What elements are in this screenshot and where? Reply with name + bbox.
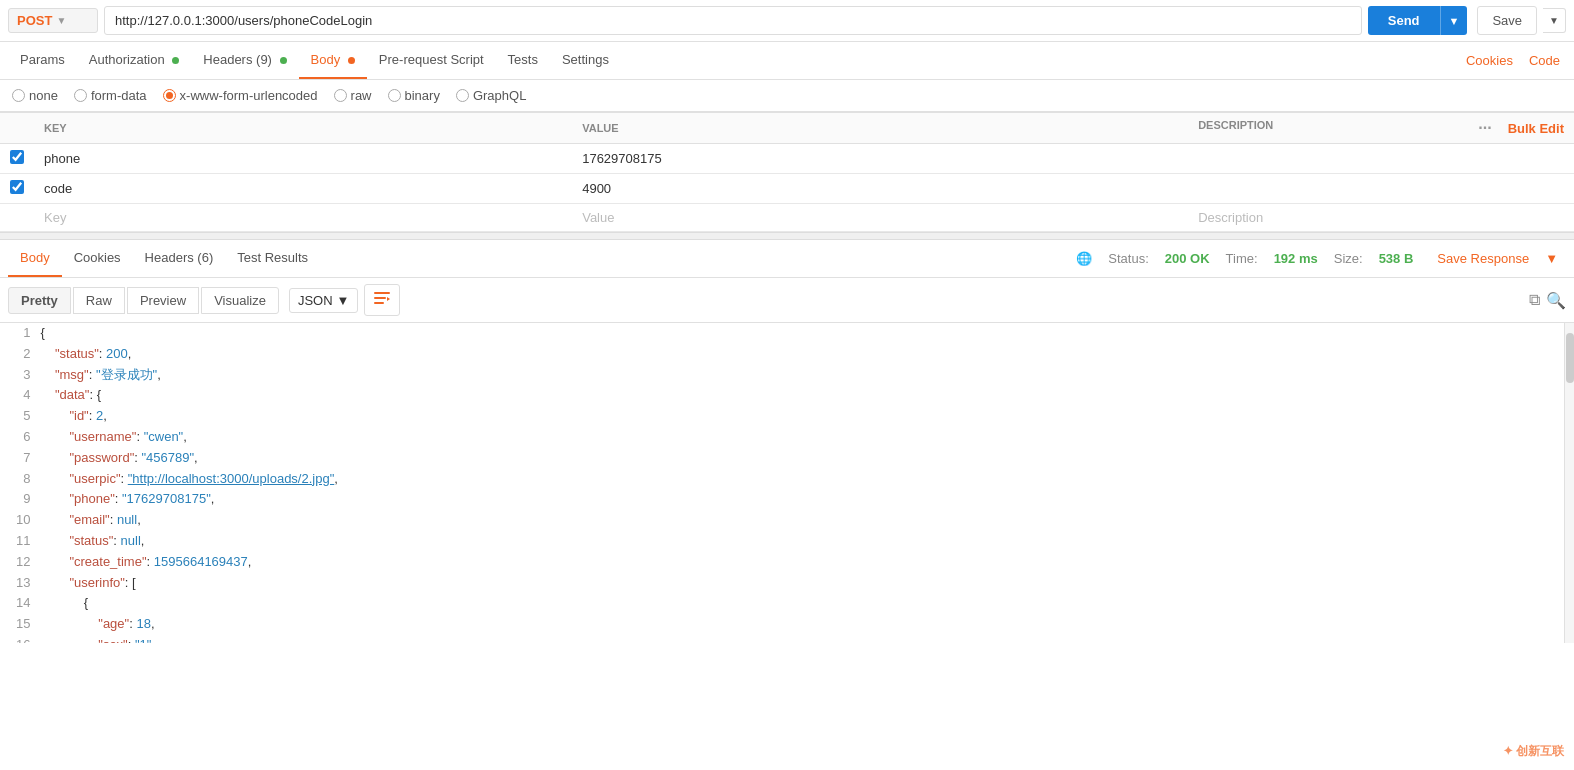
method-selector[interactable]: POST ▼ xyxy=(8,8,98,33)
tab-settings[interactable]: Settings xyxy=(550,42,621,79)
row1-value[interactable]: 17629708175 xyxy=(572,144,1188,174)
response-tabs: Body Cookies Headers (6) Test Results 🌐 … xyxy=(0,240,1574,278)
row2-description[interactable] xyxy=(1188,174,1574,204)
th-key: KEY xyxy=(34,113,572,144)
table-row: code 4900 xyxy=(0,174,1574,204)
th-description: DESCRIPTION ··· Bulk Edit xyxy=(1188,113,1574,144)
placeholder-key[interactable]: Key xyxy=(34,204,572,232)
response-status-bar: 🌐 Status: 200 OK Time: 192 ms Size: 538 … xyxy=(1068,243,1566,274)
radio-form-data[interactable]: form-data xyxy=(74,88,147,103)
resp-tab-cookies[interactable]: Cookies xyxy=(62,240,133,277)
body-dot xyxy=(348,57,355,64)
row2-checkbox[interactable] xyxy=(10,180,24,194)
view-raw-button[interactable]: Raw xyxy=(73,287,125,314)
radio-binary-icon xyxy=(388,89,401,102)
radio-raw[interactable]: raw xyxy=(334,88,372,103)
cookies-link[interactable]: Cookies xyxy=(1460,43,1519,78)
table-row-placeholder: Key Value Description xyxy=(0,204,1574,232)
send-button-group: Send ▼ xyxy=(1368,6,1468,35)
format-selector[interactable]: JSON ▼ xyxy=(289,288,359,313)
row2-key[interactable]: code xyxy=(34,174,572,204)
body-type-bar: none form-data x-www-form-urlencoded raw… xyxy=(0,80,1574,112)
row1-description[interactable] xyxy=(1188,144,1574,174)
search-button[interactable]: 🔍 xyxy=(1546,291,1566,310)
resp-tab-test-results[interactable]: Test Results xyxy=(225,240,320,277)
request-params-table: KEY VALUE DESCRIPTION ··· Bulk Edit phon… xyxy=(0,112,1574,232)
radio-raw-icon xyxy=(334,89,347,102)
request-tabs: Params Authorization Headers (9) Body Pr… xyxy=(0,42,1574,80)
headers-dot xyxy=(280,57,287,64)
tab-authorization[interactable]: Authorization xyxy=(77,42,192,79)
radio-urlencoded[interactable]: x-www-form-urlencoded xyxy=(163,88,318,103)
url-input[interactable] xyxy=(104,6,1362,35)
resp-tab-body[interactable]: Body xyxy=(8,240,62,277)
row2-checkbox-cell[interactable] xyxy=(0,174,34,204)
svg-rect-2 xyxy=(374,302,384,304)
line-numbers: 123456789101112131415161718192021 xyxy=(0,323,40,643)
row1-checkbox-cell[interactable] xyxy=(0,144,34,174)
response-code-area: 123456789101112131415161718192021 { "sta… xyxy=(0,323,1574,643)
radio-graphql[interactable]: GraphQL xyxy=(456,88,526,103)
time-label: Time: xyxy=(1226,251,1258,266)
row1-key[interactable]: phone xyxy=(34,144,572,174)
radio-form-data-icon xyxy=(74,89,87,102)
globe-icon: 🌐 xyxy=(1076,251,1092,266)
section-divider xyxy=(0,232,1574,240)
scrollbar-thumb[interactable] xyxy=(1566,333,1574,383)
view-pretty-button[interactable]: Pretty xyxy=(8,287,71,314)
placeholder-description[interactable]: Description xyxy=(1188,204,1574,232)
placeholder-value[interactable]: Value xyxy=(572,204,1188,232)
radio-none[interactable]: none xyxy=(12,88,58,103)
radio-none-icon xyxy=(12,89,25,102)
tab-headers[interactable]: Headers (9) xyxy=(191,42,298,79)
format-arrow-icon: ▼ xyxy=(337,293,350,308)
status-value: 200 OK xyxy=(1165,251,1210,266)
tab-right-actions: Cookies Code xyxy=(1460,43,1566,78)
size-label: Size: xyxy=(1334,251,1363,266)
time-value: 192 ms xyxy=(1274,251,1318,266)
bulk-edit-button[interactable]: Bulk Edit xyxy=(1508,121,1564,136)
response-toolbar: Pretty Raw Preview Visualize JSON ▼ ⧉ 🔍 xyxy=(0,278,1574,323)
save-response-arrow[interactable]: ▼ xyxy=(1545,251,1558,266)
send-dropdown-button[interactable]: ▼ xyxy=(1440,6,1468,35)
scrollbar-track[interactable] xyxy=(1564,323,1574,643)
method-arrow-icon: ▼ xyxy=(56,15,66,26)
table-row: phone 17629708175 xyxy=(0,144,1574,174)
copy-button[interactable]: ⧉ xyxy=(1529,291,1540,310)
resp-tab-headers[interactable]: Headers (6) xyxy=(133,240,226,277)
radio-graphql-icon xyxy=(456,89,469,102)
svg-rect-0 xyxy=(374,292,390,294)
wrap-button[interactable] xyxy=(364,284,400,316)
code-link[interactable]: Code xyxy=(1523,43,1566,78)
tab-tests[interactable]: Tests xyxy=(496,42,550,79)
row1-checkbox[interactable] xyxy=(10,150,24,164)
svg-rect-1 xyxy=(374,297,386,299)
save-response-button[interactable]: Save Response xyxy=(1437,251,1529,266)
method-label: POST xyxy=(17,13,52,28)
resp-toolbar-right: ⧉ 🔍 xyxy=(1529,291,1566,310)
send-button[interactable]: Send xyxy=(1368,6,1440,35)
view-visualize-button[interactable]: Visualize xyxy=(201,287,279,314)
wrap-icon xyxy=(373,290,391,306)
code-content: { "status": 200, "msg": "登录成功", "data": … xyxy=(40,323,1564,643)
size-value: 538 B xyxy=(1379,251,1414,266)
top-bar: POST ▼ Send ▼ Save ▼ xyxy=(0,0,1574,42)
authorization-dot xyxy=(172,57,179,64)
th-value: VALUE xyxy=(572,113,1188,144)
th-checkbox xyxy=(0,113,34,144)
row2-value[interactable]: 4900 xyxy=(572,174,1188,204)
more-options-icon[interactable]: ··· xyxy=(1478,119,1491,137)
radio-urlencoded-icon xyxy=(163,89,176,102)
radio-binary[interactable]: binary xyxy=(388,88,440,103)
save-dropdown-button[interactable]: ▼ xyxy=(1543,8,1566,33)
tab-pre-request[interactable]: Pre-request Script xyxy=(367,42,496,79)
view-preview-button[interactable]: Preview xyxy=(127,287,199,314)
code-scroll-area[interactable]: 123456789101112131415161718192021 { "sta… xyxy=(0,323,1564,643)
save-button[interactable]: Save xyxy=(1477,6,1537,35)
tab-params[interactable]: Params xyxy=(8,42,77,79)
status-label: Status: xyxy=(1108,251,1148,266)
tab-body[interactable]: Body xyxy=(299,42,367,79)
